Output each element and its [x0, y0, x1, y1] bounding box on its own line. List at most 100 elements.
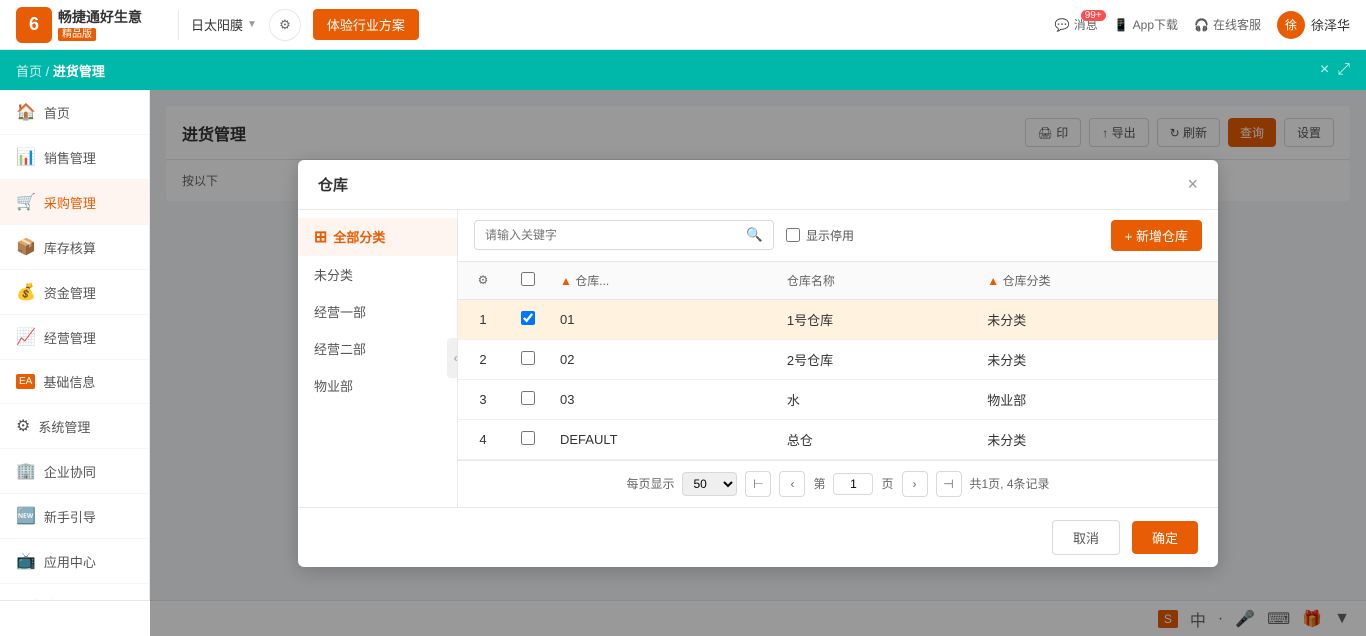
- warehouse-table-wrap: ⚙ ▲ 仓库...: [458, 262, 1218, 460]
- table-row[interactable]: 4DEFAULT总仓未分类: [458, 419, 1218, 459]
- settings-icon[interactable]: ⚙: [269, 9, 301, 41]
- row-checkbox[interactable]: [521, 311, 535, 325]
- col-code-sort-icon[interactable]: ▲: [560, 274, 572, 288]
- category-label-all: 全部分类: [333, 227, 385, 246]
- category-label-ops2: 经营二部: [314, 339, 366, 358]
- row-checkbox-cell: [508, 339, 548, 379]
- online-service-item[interactable]: 🎧 在线客服: [1194, 16, 1261, 33]
- header-divider: [178, 10, 179, 40]
- sidebar-item-purchase[interactable]: 🛒 采购管理: [0, 180, 149, 225]
- show-disabled-text: 显示停用: [806, 227, 854, 244]
- col-category-sort-icon[interactable]: ▲: [987, 274, 999, 288]
- sub-expand-icon[interactable]: ⤢: [1337, 61, 1350, 79]
- sidebar-item-inventory[interactable]: 📦 库存核算: [0, 225, 149, 270]
- category-item-ops1[interactable]: 经营一部: [298, 293, 457, 330]
- store-name: 日太阳膜: [191, 15, 243, 34]
- category-sidebar: ⊞ 全部分类 未分类 经营一部 经营二部 物业部: [298, 210, 458, 507]
- sales-icon: 📊: [16, 147, 36, 167]
- row-code-cell: 02: [548, 339, 775, 379]
- purchase-icon: 🛒: [16, 192, 36, 212]
- store-selector[interactable]: 日太阳膜 ▼: [191, 15, 257, 34]
- sidebar-label-apps: 应用中心: [44, 552, 96, 571]
- apps-icon: 📺: [16, 551, 36, 571]
- modal-pagination: 每页显示 50 10 20 100 ⊢ ‹ 第 页: [458, 460, 1218, 507]
- select-all-checkbox[interactable]: [521, 272, 535, 286]
- row-name-cell: 1号仓库: [775, 299, 975, 339]
- table-row[interactable]: 1011号仓库未分类: [458, 299, 1218, 339]
- category-item-property[interactable]: 物业部: [298, 367, 457, 404]
- row-code-cell: 03: [548, 379, 775, 419]
- content-area: 进货管理 🖨 印 ↑ 导出 ↻ 刷新 查询 设置 按以下 仓库 ×: [150, 90, 1366, 636]
- cancel-button[interactable]: 取消: [1052, 520, 1120, 555]
- row-checkbox[interactable]: [521, 431, 535, 445]
- sidebar-item-guide[interactable]: 🆕 新手引导: [0, 494, 149, 539]
- sidebar-item-operations[interactable]: 📈 经营管理: [0, 315, 149, 360]
- app-download-item[interactable]: 📱 App下载: [1114, 16, 1178, 33]
- page-last-button[interactable]: ⊣: [936, 471, 962, 497]
- modal-action-footer: 取消 确定: [298, 507, 1218, 567]
- row-name-cell: 总仓: [775, 419, 975, 459]
- page-first-button[interactable]: ⊢: [745, 471, 771, 497]
- sidebar-item-finance[interactable]: 💰 资金管理: [0, 270, 149, 315]
- modal-title: 仓库: [318, 174, 348, 195]
- sub-header-actions: × ⤢: [1320, 61, 1350, 79]
- row-code-cell: DEFAULT: [548, 419, 775, 459]
- basic-icon: EA: [16, 374, 35, 389]
- page-input[interactable]: [833, 473, 873, 495]
- modal-body: ⊞ 全部分类 未分类 经营一部 经营二部 物业部: [298, 210, 1218, 507]
- sidebar-item-sales[interactable]: 📊 销售管理: [0, 135, 149, 180]
- sidebar-label-enterprise: 企业协同: [44, 462, 96, 481]
- sidebar-item-basic[interactable]: EA 基础信息: [0, 360, 149, 404]
- table-row[interactable]: 2022号仓库未分类: [458, 339, 1218, 379]
- page-prev-button[interactable]: ‹: [779, 471, 805, 497]
- headset-icon: 🎧: [1194, 18, 1209, 32]
- sidebar-label-finance: 资金管理: [44, 283, 96, 302]
- trial-button[interactable]: 体验行业方案: [313, 9, 419, 40]
- per-page-select[interactable]: 50 10 20 100: [682, 472, 737, 496]
- row-category-cell: 未分类: [975, 419, 1218, 459]
- modal-close-icon[interactable]: ×: [1187, 174, 1198, 195]
- top-header: 6 畅捷通好生意 精品版 日太阳膜 ▼ ⚙ 体验行业方案 💬 消息 99+ 📱 …: [0, 0, 1366, 50]
- table-header-row: ⚙ ▲ 仓库...: [458, 262, 1218, 300]
- sidebar-item-enterprise[interactable]: 🏢 企业协同: [0, 449, 149, 494]
- logo-area: 6 畅捷通好生意 精品版: [16, 7, 166, 43]
- table-row[interactable]: 303水物业部: [458, 379, 1218, 419]
- row-num-cell: 3: [458, 379, 508, 419]
- modal-main: 🔍 显示停用 + 新增仓库: [458, 210, 1218, 507]
- show-disabled-checkbox[interactable]: [786, 228, 800, 242]
- row-checkbox-cell: [508, 419, 548, 459]
- category-item-ops2[interactable]: 经营二部: [298, 330, 457, 367]
- search-input[interactable]: [475, 222, 736, 248]
- finance-icon: 💰: [16, 282, 36, 302]
- search-button[interactable]: 🔍: [736, 221, 773, 249]
- row-name-cell: 2号仓库: [775, 339, 975, 379]
- row-checkbox[interactable]: [521, 391, 535, 405]
- category-item-all[interactable]: ⊞ 全部分类: [298, 218, 457, 256]
- category-label-none: 未分类: [314, 265, 353, 284]
- row-checkbox-cell: [508, 299, 548, 339]
- messages-item[interactable]: 💬 消息 99+: [1055, 16, 1098, 33]
- row-name-cell: 水: [775, 379, 975, 419]
- warehouse-table: ⚙ ▲ 仓库...: [458, 262, 1218, 460]
- row-checkbox[interactable]: [521, 351, 535, 365]
- modal-overlay: 仓库 × ⊞ 全部分类 未分类 经营一: [150, 90, 1366, 636]
- breadcrumb-home[interactable]: 首页: [16, 64, 42, 79]
- sidebar-item-apps[interactable]: 📺 应用中心: [0, 539, 149, 584]
- search-box: 🔍: [474, 220, 774, 250]
- row-num-cell: 1: [458, 299, 508, 339]
- sidebar-item-system[interactable]: ⚙ 系统管理: [0, 404, 149, 449]
- add-warehouse-button[interactable]: + 新增仓库: [1111, 220, 1202, 251]
- user-info[interactable]: 徐 徐泽华: [1277, 11, 1350, 39]
- show-disabled-label[interactable]: 显示停用: [786, 227, 854, 244]
- inventory-icon: 📦: [16, 237, 36, 257]
- row-num-cell: 2: [458, 339, 508, 379]
- modal-toolbar: 🔍 显示停用 + 新增仓库: [458, 210, 1218, 262]
- sidebar-label-purchase: 采购管理: [44, 193, 96, 212]
- category-item-none[interactable]: 未分类: [298, 256, 457, 293]
- user-avatar: 徐: [1277, 11, 1305, 39]
- confirm-button[interactable]: 确定: [1132, 521, 1198, 554]
- sidebar-item-home[interactable]: 🏠 首页: [0, 90, 149, 135]
- page-next-button[interactable]: ›: [902, 471, 928, 497]
- sub-close-icon[interactable]: ×: [1320, 61, 1329, 79]
- category-collapse-icon[interactable]: «: [447, 338, 458, 378]
